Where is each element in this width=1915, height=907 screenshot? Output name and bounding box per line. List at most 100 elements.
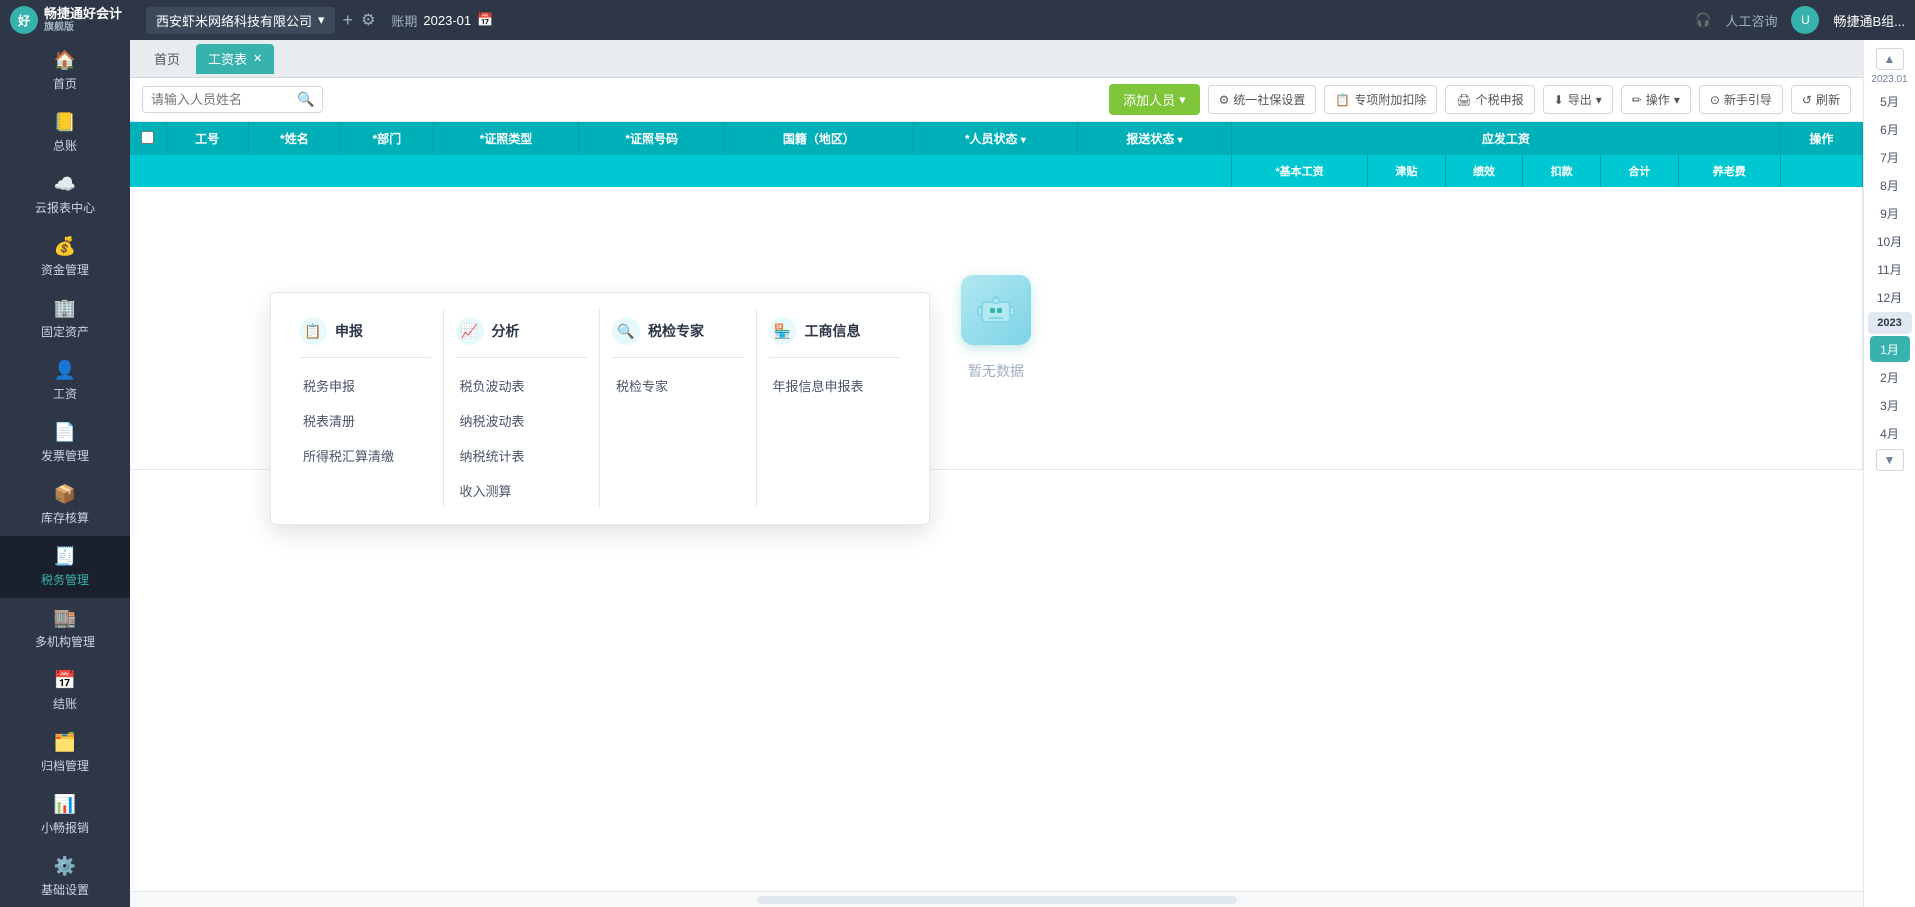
refresh-button[interactable]: ↺ 刷新 <box>1791 85 1851 114</box>
tab-bar: 首页 工资表 ✕ <box>130 40 1863 78</box>
th-dept: *部门 <box>341 122 433 155</box>
dropdown-item-tax-declare[interactable]: 税务申报 <box>299 368 431 403</box>
add-person-label: 添加人员 <box>1123 90 1175 109</box>
calendar-month-4[interactable]: 4月 <box>1870 420 1910 446</box>
tab-salary-table[interactable]: 工资表 ✕ <box>196 44 274 74</box>
sidebar-item-label: 多机构管理 <box>35 633 95 650</box>
dropdown-item-tax-list[interactable]: 税表清册 <box>299 403 431 438</box>
calendar-month-6[interactable]: 6月 <box>1870 116 1910 142</box>
calendar-month-1[interactable]: 1月 <box>1870 336 1910 362</box>
operation-icon: ✏ <box>1632 93 1642 107</box>
calendar-nav-up[interactable]: ▲ <box>1876 48 1904 70</box>
add-company-icon[interactable]: + <box>343 10 354 31</box>
settings-icon[interactable]: ⚙ <box>361 10 375 30</box>
no-data-text: 暂无数据 <box>968 361 1024 381</box>
sidebar-item-cloud[interactable]: ☁️ 云报表中心 <box>0 164 130 226</box>
sidebar-item-basic[interactable]: ⚙️ 基础设置 <box>0 846 130 907</box>
calendar-month-12[interactable]: 12月 <box>1870 284 1910 310</box>
support-label[interactable]: 人工咨询 <box>1725 11 1777 30</box>
add-person-button[interactable]: 添加人员 ▾ <box>1109 84 1200 115</box>
dropdown-item-income-tax[interactable]: 所得税汇算清缴 <box>299 438 431 473</box>
business-header-label: 工商信息 <box>805 321 861 341</box>
user-label[interactable]: 畅捷通B组... <box>1833 11 1905 30</box>
dropdown-item-annual-report[interactable]: 年报信息申报表 <box>769 368 902 403</box>
table-bottom-bar <box>130 891 1863 907</box>
assets-icon: 🏢 <box>54 298 76 319</box>
sidebar-item-archive[interactable]: 🗂️ 归档管理 <box>0 722 130 784</box>
cloud-icon: ☁️ <box>54 174 76 195</box>
sidebar-item-close[interactable]: 📅 结账 <box>0 660 130 722</box>
add-dropdown-icon: ▾ <box>1179 92 1186 108</box>
special-deduction-button[interactable]: 📋 专项附加扣除 <box>1324 85 1437 114</box>
calendar-nav-down[interactable]: ▼ <box>1876 449 1904 471</box>
ledger-icon: 📒 <box>54 112 76 133</box>
sidebar-item-salary[interactable]: 👤 工资 <box>0 350 130 412</box>
export-dropdown-icon: ▾ <box>1596 93 1602 107</box>
sidebar-item-inventory[interactable]: 📦 库存核算 <box>0 474 130 536</box>
operation-button[interactable]: ✏ 操作 ▾ <box>1621 85 1691 114</box>
th-payroll: 应发工资 <box>1232 122 1781 155</box>
calendar-icon[interactable]: 📅 <box>477 12 493 28</box>
company-selector[interactable]: 西安虾米网络科技有限公司 ▾ <box>146 7 335 34</box>
th-region: 国籍（地区） <box>725 122 914 155</box>
top-bar: 好 畅捷通好会计 旗舰版 西安虾米网络科技有限公司 ▾ + ⚙ 账期 2023-… <box>0 0 1915 40</box>
th-empty <box>130 155 1232 187</box>
sidebar-item-funds[interactable]: 💰 资金管理 <box>0 226 130 288</box>
search-input[interactable] <box>151 92 291 107</box>
checkbox-col-header[interactable] <box>130 122 166 155</box>
dropdown-item-income-calc[interactable]: 收入测算 <box>456 473 588 508</box>
calendar-year-2023: 2023 <box>1868 312 1912 334</box>
search-icon: 🔍 <box>297 91 314 108</box>
sidebar-item-report[interactable]: 📊 小畅报销 <box>0 784 130 846</box>
content-area: 首页 工资表 ✕ 🔍 添加人员 ▾ ⚙ 统一社保设置 📋 <box>130 40 1863 907</box>
social-security-label: 统一社保设置 <box>1233 91 1305 108</box>
calendar-month-9[interactable]: 9月 <box>1870 200 1910 226</box>
sidebar-item-label: 结账 <box>53 695 77 712</box>
calendar-month-8[interactable]: 8月 <box>1870 172 1910 198</box>
calendar-year-top: 2023.01 <box>1871 74 1907 85</box>
social-security-icon: ⚙ <box>1219 93 1230 107</box>
close-period-icon: 📅 <box>54 670 76 691</box>
th-status: *人员状态 ▾ <box>913 122 1077 155</box>
export-button[interactable]: ⬇ 导出 ▾ <box>1543 85 1613 114</box>
invoice-icon: 📄 <box>54 422 76 443</box>
calendar-month-3[interactable]: 3月 <box>1870 392 1910 418</box>
dropdown-item-tax-fluctuation[interactable]: 税负波动表 <box>456 368 588 403</box>
social-security-button[interactable]: ⚙ 统一社保设置 <box>1208 85 1317 114</box>
dropdown-item-tax-statistics[interactable]: 纳税统计表 <box>456 438 588 473</box>
special-deduction-icon: 📋 <box>1335 93 1350 107</box>
salary-icon: 👤 <box>54 360 76 381</box>
send-filter-icon[interactable]: ▾ <box>1178 135 1183 146</box>
period-info: 账期 2023-01 📅 <box>391 11 493 30</box>
calendar-month-7[interactable]: 7月 <box>1870 144 1910 170</box>
tab-home[interactable]: 首页 <box>142 44 192 74</box>
analysis-header-label: 分析 <box>492 321 520 341</box>
sidebar-item-ledger[interactable]: 📒 总账 <box>0 102 130 164</box>
horizontal-scrollbar[interactable] <box>757 896 1237 904</box>
dropdown-item-tax-payment-fluctuation[interactable]: 纳税波动表 <box>456 403 588 438</box>
tax-return-button[interactable]: 🖨 个税申报 <box>1445 85 1534 114</box>
tab-close-icon[interactable]: ✕ <box>253 52 262 65</box>
sidebar-item-label: 税务管理 <box>41 571 89 588</box>
sidebar-item-tax[interactable]: 🧾 税务管理 <box>0 536 130 598</box>
calendar-month-10[interactable]: 10月 <box>1870 228 1910 254</box>
sidebar-item-label: 固定资产 <box>41 323 89 340</box>
dropdown-item-tax-expert[interactable]: 税检专家 <box>612 368 744 403</box>
app-logo: 好 畅捷通好会计 旗舰版 <box>10 6 140 34</box>
calendar-month-5[interactable]: 5月 <box>1870 88 1910 114</box>
sidebar-item-assets[interactable]: 🏢 固定资产 <box>0 288 130 350</box>
sidebar-item-invoice[interactable]: 📄 发票管理 <box>0 412 130 474</box>
home-icon: 🏠 <box>54 50 76 71</box>
calendar-month-2[interactable]: 2月 <box>1870 364 1910 390</box>
status-filter-icon[interactable]: ▾ <box>1021 135 1026 146</box>
select-all-checkbox[interactable] <box>141 131 154 144</box>
sidebar-item-multi[interactable]: 🏬 多机构管理 <box>0 598 130 660</box>
export-icon: ⬇ <box>1554 93 1564 107</box>
sidebar-item-home[interactable]: 🏠 首页 <box>0 40 130 102</box>
dropdown-header-analysis: 📈 分析 <box>456 309 588 358</box>
guide-btn-label: 新手引导 <box>1724 91 1772 108</box>
tax-expert-header-label: 税检专家 <box>648 321 704 341</box>
guide-button[interactable]: ⊙ 新手引导 <box>1699 85 1783 114</box>
calendar-month-11[interactable]: 11月 <box>1870 256 1910 282</box>
sidebar-item-label: 发票管理 <box>41 447 89 464</box>
